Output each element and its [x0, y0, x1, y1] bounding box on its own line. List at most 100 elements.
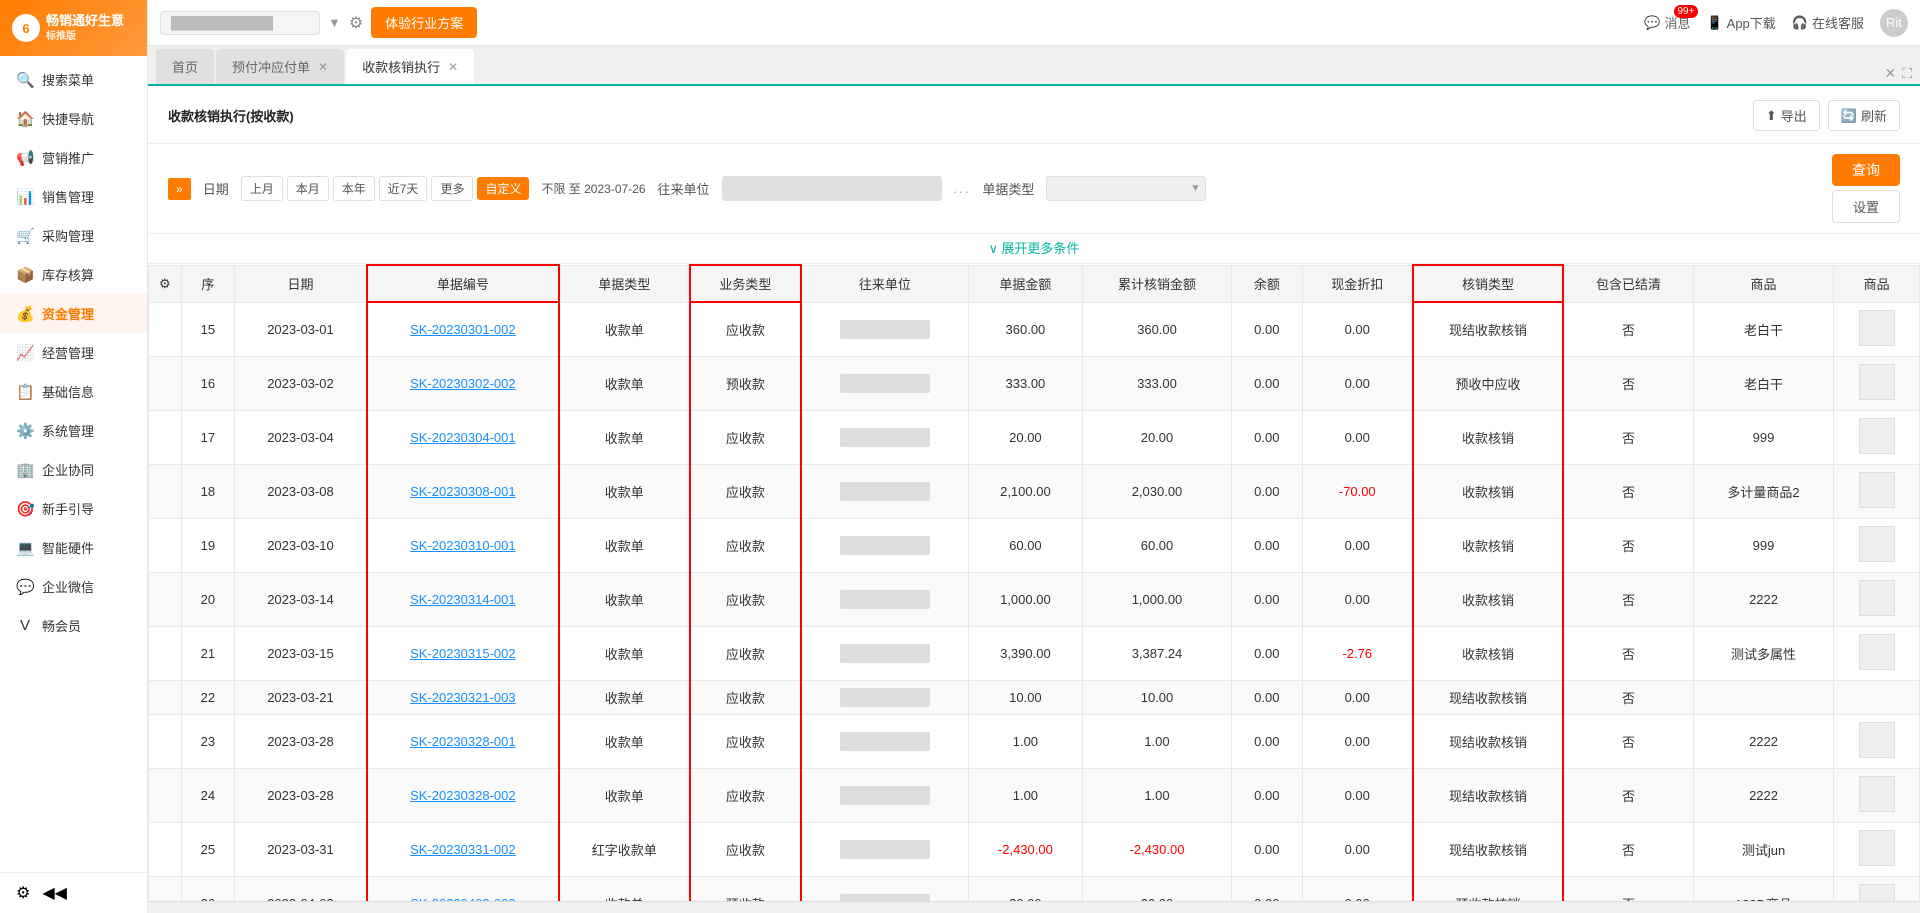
- settings-icon[interactable]: ⚙: [16, 883, 30, 903]
- cell-include-settled: 否: [1563, 410, 1693, 464]
- cell-product2: [1834, 768, 1920, 822]
- sidebar-label-guide: 新手引导: [42, 499, 94, 518]
- query-btn[interactable]: 查询: [1832, 154, 1900, 186]
- sidebar-item-finance[interactable]: 💰资金管理: [0, 294, 147, 333]
- sidebar-item-purchase[interactable]: 🛒采购管理: [0, 216, 147, 255]
- bill-no-link[interactable]: SK-20230331-002: [410, 842, 516, 857]
- sidebar-label-basic: 基础信息: [42, 382, 94, 401]
- cell-bill-amt: 10.00: [968, 680, 1082, 714]
- tab-prepay-close[interactable]: ✕: [318, 60, 328, 74]
- date-more[interactable]: 更多: [431, 176, 473, 201]
- cell-date: 2023-03-21: [235, 680, 367, 714]
- cell-date: 2023-03-08: [235, 464, 367, 518]
- cell-bill-amt: 3,390.00: [968, 626, 1082, 680]
- address-bar[interactable]: ████████████: [160, 11, 320, 35]
- cell-product2: [1834, 464, 1920, 518]
- date-this-year[interactable]: 本年: [333, 176, 375, 201]
- sidebar-item-hardware[interactable]: 💻智能硬件: [0, 528, 147, 567]
- tab-prepay[interactable]: 预付冲应付单 ✕: [216, 49, 344, 84]
- cell-accum-amt: 20.00: [1083, 410, 1232, 464]
- refresh-btn[interactable]: 🔄 刷新: [1828, 100, 1900, 131]
- sidebar-item-quick[interactable]: 🏠快捷导航: [0, 99, 147, 138]
- cell-include-settled: 否: [1563, 822, 1693, 876]
- cell-balance: 0.00: [1231, 626, 1302, 680]
- cell-product2: [1834, 876, 1920, 901]
- bill-type-select[interactable]: [1046, 176, 1206, 201]
- tab-expand-icon[interactable]: ⛶: [1902, 65, 1912, 82]
- date-this-month[interactable]: 本月: [287, 176, 329, 201]
- bill-no-link[interactable]: SK-20230308-001: [410, 484, 516, 499]
- sidebar-item-system[interactable]: ⚙️系统管理: [0, 411, 147, 450]
- col-gear[interactable]: ⚙: [149, 265, 182, 302]
- date-last-month[interactable]: 上月: [241, 176, 283, 201]
- cell-cash-disc: 0.00: [1302, 876, 1413, 901]
- sidebar-footer: ⚙ ◀◀: [0, 872, 147, 913]
- cell-cancel-type: 收款核销: [1413, 410, 1563, 464]
- sidebar-item-inventory[interactable]: 📦库存核算: [0, 255, 147, 294]
- cell-date: 2023-03-14: [235, 572, 367, 626]
- industry-btn[interactable]: 体验行业方案: [371, 7, 477, 38]
- tab-receipt-close[interactable]: ✕: [448, 60, 458, 74]
- member-icon: V: [16, 617, 34, 634]
- bill-no-link[interactable]: SK-20230302-002: [410, 376, 516, 391]
- bill-no-link[interactable]: SK-20230314-001: [410, 592, 516, 607]
- sidebar-item-search[interactable]: 🔍搜索菜单: [0, 60, 147, 99]
- cell-product: 999: [1693, 518, 1833, 572]
- tab-receipt[interactable]: 收款核销执行 ✕: [346, 49, 474, 84]
- expand-more-btn[interactable]: ∨ 展开更多条件: [989, 238, 1080, 257]
- sidebar-item-marketing[interactable]: 📢营销推广: [0, 138, 147, 177]
- export-btn[interactable]: ⬆ 导出: [1753, 100, 1820, 131]
- filter-toggle-btn[interactable]: »: [168, 178, 191, 200]
- date-custom[interactable]: 自定义: [477, 177, 529, 200]
- cell-unit: ████████: [801, 714, 968, 768]
- sidebar-item-wechat[interactable]: 💬企业微信: [0, 567, 147, 606]
- collapse-icon[interactable]: ◀◀: [42, 883, 67, 903]
- cell-accum-amt: 360.00: [1083, 302, 1232, 356]
- cell-cancel-type: 预收中应收: [1413, 356, 1563, 410]
- wechat-icon: 💬: [16, 578, 34, 596]
- sidebar-item-basic[interactable]: 📋基础信息: [0, 372, 147, 411]
- cell-product2: [1834, 410, 1920, 464]
- export-icon: ⬆: [1766, 108, 1777, 124]
- cell-cancel-type: 收款核销: [1413, 464, 1563, 518]
- sidebar-item-sales[interactable]: 📊销售管理: [0, 177, 147, 216]
- sidebar-item-member[interactable]: V畅会员: [0, 606, 147, 645]
- cell-no: 18: [181, 464, 234, 518]
- bill-no-link[interactable]: SK-20230315-002: [410, 646, 516, 661]
- bill-no-link[interactable]: SK-20230310-001: [410, 538, 516, 553]
- expand-more-bar: ∨ 展开更多条件: [148, 234, 1920, 264]
- h-scrollbar[interactable]: [148, 901, 1920, 913]
- sidebar-item-guide[interactable]: 🎯新手引导: [0, 489, 147, 528]
- cell-no: 15: [181, 302, 234, 356]
- user-avatar[interactable]: Rit: [1880, 9, 1908, 37]
- cell-accum-amt: 1.00: [1083, 768, 1232, 822]
- tab-home[interactable]: 首页: [156, 49, 214, 84]
- sidebar-item-corp[interactable]: 🏢企业协同: [0, 450, 147, 489]
- marketing-icon: 📢: [16, 149, 34, 167]
- bill-no-link[interactable]: SK-20230321-003: [410, 690, 516, 705]
- bill-no-link[interactable]: SK-20230328-001: [410, 734, 516, 749]
- cell-balance: 0.00: [1231, 518, 1302, 572]
- date-7days[interactable]: 近7天: [379, 176, 428, 201]
- bill-no-link[interactable]: SK-20230301-002: [410, 322, 516, 337]
- app-download-btn[interactable]: 📱 App下载: [1706, 13, 1775, 32]
- cell-cancel-type: 现结收款核销: [1413, 302, 1563, 356]
- bill-no-link[interactable]: SK-20230328-002: [410, 788, 516, 803]
- sidebar-item-operation[interactable]: 📈经营管理: [0, 333, 147, 372]
- set-btn[interactable]: 设置: [1832, 190, 1900, 223]
- gear-icon[interactable]: ⚙: [349, 13, 363, 33]
- filter-actions: 查询 设置: [1832, 154, 1900, 223]
- cell-unit: ████████: [801, 356, 968, 410]
- cell-bill-no: SK-20230328-002: [367, 768, 559, 822]
- table-row: 16 2023-03-02 SK-20230302-002 收款单 预收款 ██…: [149, 356, 1920, 410]
- cell-cancel-type: 收款核销: [1413, 626, 1563, 680]
- bill-no-link[interactable]: SK-20230304-001: [410, 430, 516, 445]
- message-btn[interactable]: 💬 消息 99+: [1644, 13, 1690, 32]
- cell-bill-type: 收款单: [559, 572, 690, 626]
- cell-balance: 0.00: [1231, 356, 1302, 410]
- tab-close-all-icon[interactable]: ✕: [1884, 65, 1896, 82]
- dropdown-icon[interactable]: ▼: [328, 15, 341, 30]
- cell-bill-no: SK-20230315-002: [367, 626, 559, 680]
- unit-input[interactable]: [722, 176, 942, 201]
- online-service-btn[interactable]: 🎧 在线客服: [1792, 13, 1864, 32]
